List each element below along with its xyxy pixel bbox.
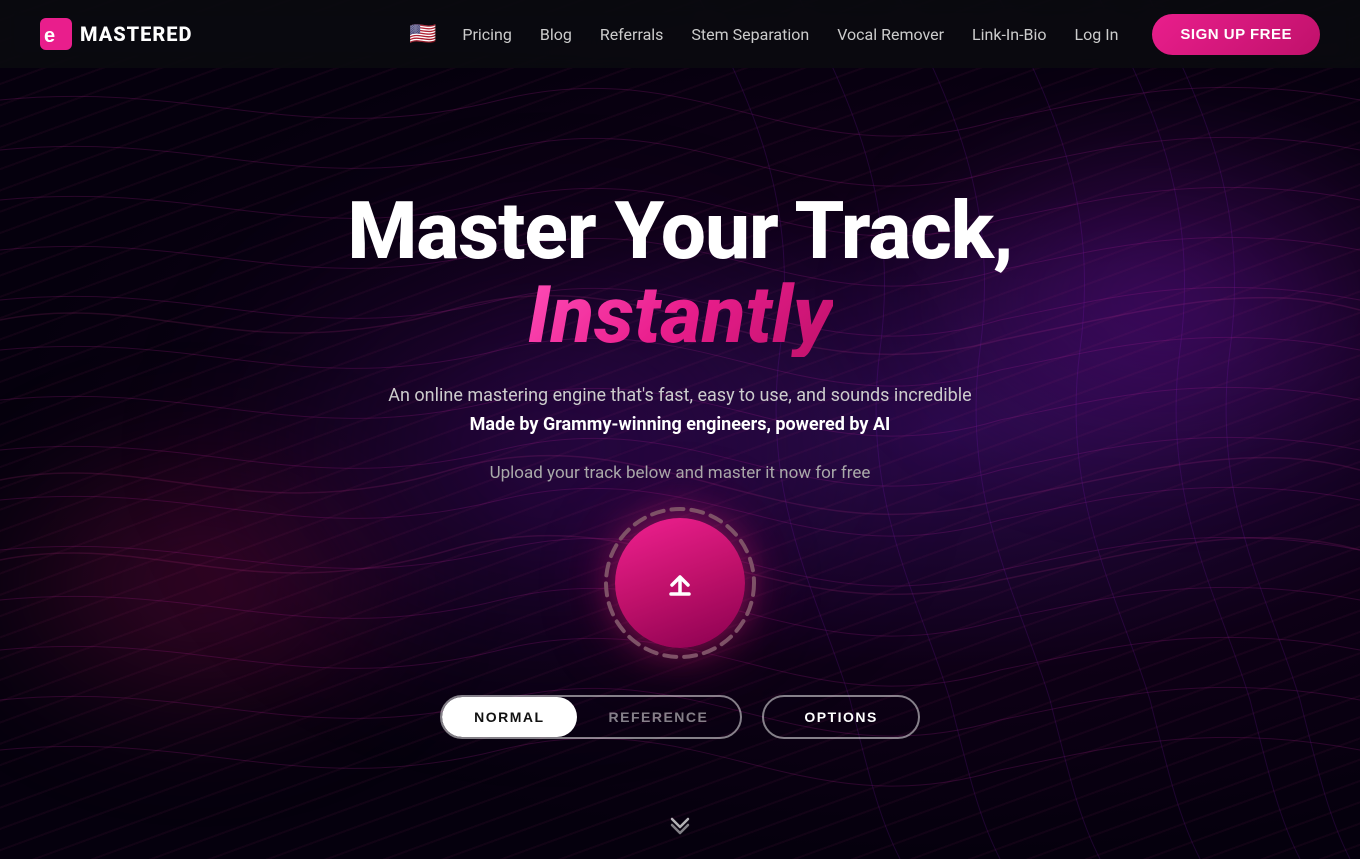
toggle-reference-button[interactable]: REFERENCE (577, 697, 741, 737)
hero-content: Master Your Track, Instantly An online m… (347, 189, 1012, 739)
hero-title-line2: Instantly (527, 273, 832, 357)
hero-subtitle-bold: Made by Grammy-winning engineers, powere… (470, 414, 891, 435)
upload-button-wrap (600, 503, 760, 663)
navbar: e MASTERED 🇺🇸 Pricing Blog Referrals Ste… (0, 0, 1360, 68)
hero-subtitle: An online mastering engine that's fast, … (388, 385, 971, 406)
signup-button[interactable]: SIGN UP FREE (1152, 14, 1320, 55)
nav-link-stem-separation[interactable]: Stem Separation (681, 19, 819, 50)
upload-arrow-icon (662, 565, 698, 601)
logo-text: MASTERED (80, 22, 192, 46)
nav-link-link-in-bio[interactable]: Link-In-Bio (962, 19, 1056, 50)
mode-toggle-group: NORMAL REFERENCE (440, 695, 742, 739)
nav-link-vocal-remover[interactable]: Vocal Remover (827, 19, 954, 50)
toggle-normal-button[interactable]: NORMAL (442, 697, 576, 737)
logo-icon: e (40, 18, 72, 50)
hero-title-line1: Master Your Track, (347, 189, 1012, 273)
nav-links: 🇺🇸 Pricing Blog Referrals Stem Separatio… (409, 14, 1320, 55)
upload-label: Upload your track below and master it no… (490, 463, 871, 483)
flag-icon[interactable]: 🇺🇸 (409, 22, 436, 47)
nav-link-blog[interactable]: Blog (530, 19, 582, 50)
chevron-down-icon (668, 815, 692, 835)
nav-link-login[interactable]: Log In (1065, 19, 1129, 50)
hero-section: Master Your Track, Instantly An online m… (0, 0, 1360, 859)
options-button[interactable]: OPTIONS (762, 695, 920, 739)
upload-button[interactable] (615, 518, 745, 648)
nav-link-pricing[interactable]: Pricing (452, 19, 522, 50)
toggle-row: NORMAL REFERENCE OPTIONS (440, 695, 920, 739)
nav-link-referrals[interactable]: Referrals (590, 19, 674, 50)
scroll-indicator[interactable] (668, 815, 692, 835)
logo[interactable]: e MASTERED (40, 18, 192, 50)
svg-text:e: e (44, 25, 55, 47)
